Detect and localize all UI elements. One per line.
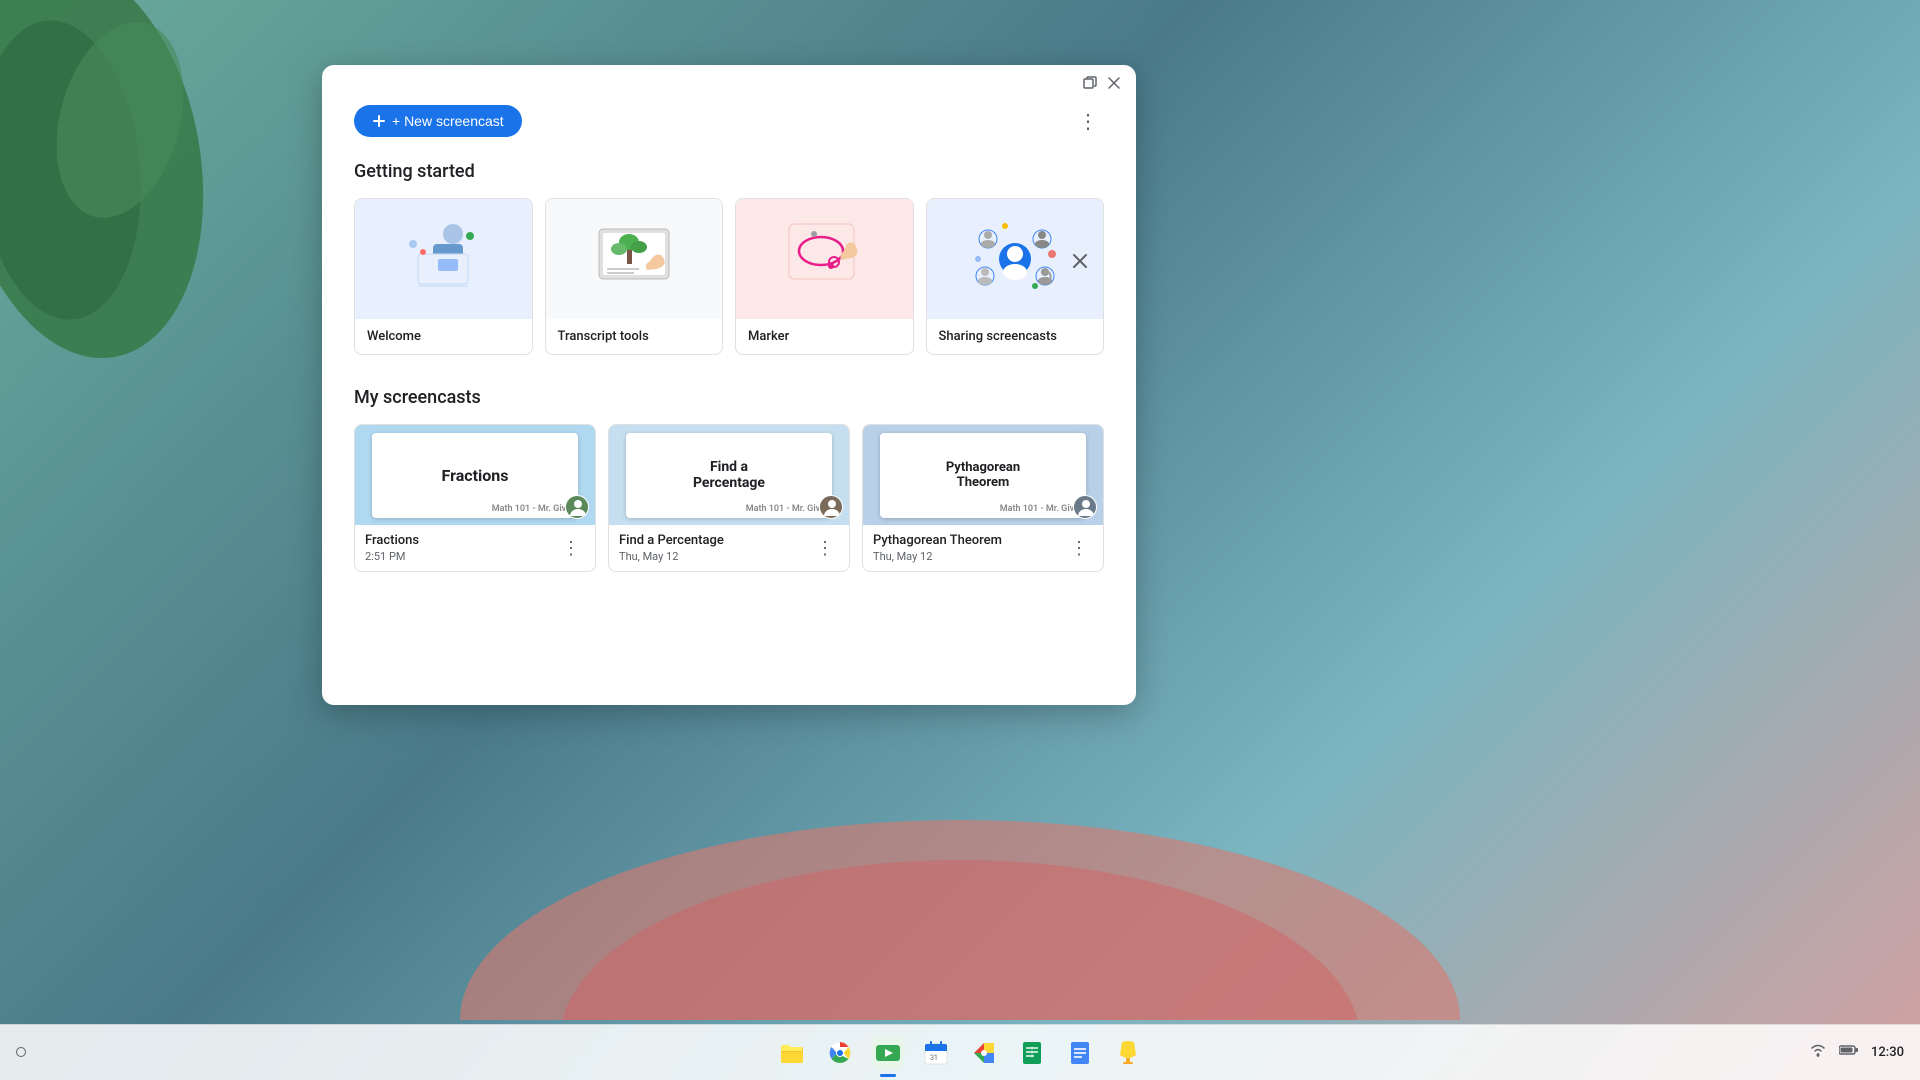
find-percentage-card[interactable]: Find a Percentage Math 101 - Mr. Giver — [608, 424, 850, 572]
marker-card[interactable]: Marker — [735, 198, 914, 355]
fractions-avatar — [565, 495, 589, 519]
pythagorean-footer: Pythagorean Theorem Thu, May 12 ⋮ — [863, 525, 1103, 571]
restore-button[interactable] — [1080, 73, 1100, 93]
taskbar: 31 — [0, 1024, 1920, 1080]
fractions-name: Fractions — [365, 533, 419, 548]
wifi-icon — [1809, 1043, 1827, 1061]
taskbar-keep[interactable] — [1106, 1031, 1150, 1075]
keep-icon — [1112, 1037, 1144, 1069]
pythagorean-name: Pythagorean Theorem — [873, 533, 1002, 548]
fractions-thumbnail: Fractions Math 101 - Mr. Giver — [355, 425, 595, 525]
fractions-thumb-text: Fractions — [442, 466, 509, 485]
active-indicator — [880, 1074, 896, 1077]
taskbar-right: 12:30 — [1809, 1024, 1904, 1080]
photos-icon — [968, 1037, 1000, 1069]
more-icon: ⋮ — [1078, 109, 1098, 134]
find-percentage-thumb-inner: Find a Percentage Math 101 - Mr. Giver — [626, 433, 832, 518]
fractions-more-button[interactable]: ⋮ — [557, 534, 585, 562]
files-icon — [776, 1037, 808, 1069]
svg-text:31: 31 — [930, 1054, 938, 1062]
launcher-icon — [16, 1047, 26, 1057]
taskbar-photos[interactable] — [962, 1031, 1006, 1075]
getting-started-section: Getting started — [354, 161, 1104, 355]
welcome-thumbnail — [355, 199, 532, 319]
dismiss-getting-started-button[interactable] — [1066, 247, 1094, 275]
find-percentage-avatar — [819, 495, 843, 519]
my-screencasts-title: My screencasts — [354, 387, 1104, 408]
find-percentage-date: Thu, May 12 — [619, 550, 724, 563]
docs-icon — [1064, 1037, 1096, 1069]
find-percentage-footer: Find a Percentage Thu, May 12 ⋮ — [609, 525, 849, 571]
time-display: 12:30 — [1871, 1045, 1904, 1060]
find-percentage-thumbnail: Find a Percentage Math 101 - Mr. Giver — [609, 425, 849, 525]
find-percentage-name: Find a Percentage — [619, 533, 724, 548]
taskbar-screencast[interactable] — [866, 1031, 910, 1075]
new-screencast-label: + New screencast — [392, 113, 504, 129]
transcript-tools-card[interactable]: Transcript tools — [545, 198, 724, 355]
fractions-thumb-inner: Fractions Math 101 - Mr. Giver — [372, 433, 578, 518]
fractions-date: 2:51 PM — [365, 550, 419, 563]
pythagorean-thumb-text: Pythagorean — [946, 460, 1020, 475]
chrome-icon — [824, 1037, 856, 1069]
calendar-icon: 31 — [920, 1037, 952, 1069]
transcript-label: Transcript tools — [546, 319, 723, 354]
sheets-icon — [1016, 1037, 1048, 1069]
find-percentage-more-button[interactable]: ⋮ — [811, 534, 839, 562]
taskbar-sheets[interactable] — [1010, 1031, 1054, 1075]
my-screencasts-section: My screencasts Fractions Math 101 - Mr. … — [354, 387, 1104, 572]
screencast-icon — [872, 1037, 904, 1069]
pythagorean-more-button[interactable]: ⋮ — [1065, 534, 1093, 562]
transcript-thumbnail — [546, 199, 723, 319]
taskbar-docs[interactable] — [1058, 1031, 1102, 1075]
pythagorean-avatar — [1073, 495, 1097, 519]
pythagorean-thumb-inner: Pythagorean Theorem Math 101 - Mr. Giver — [880, 433, 1086, 518]
close-button[interactable] — [1104, 73, 1124, 93]
sharing-label: Sharing screencasts — [927, 319, 1104, 354]
window-content: + New screencast ⋮ Getting started — [322, 101, 1136, 697]
fractions-card[interactable]: Fractions Math 101 - Mr. Giver Fractions — [354, 424, 596, 572]
screencasts-grid: Fractions Math 101 - Mr. Giver Fractions — [354, 424, 1104, 572]
top-bar: + New screencast ⋮ — [354, 101, 1104, 137]
getting-started-cards: Welcome — [354, 198, 1104, 355]
main-window: + New screencast ⋮ Getting started — [322, 65, 1136, 705]
pythagorean-date: Thu, May 12 — [873, 550, 1002, 563]
sharing-card[interactable]: Sharing screencasts — [926, 198, 1105, 355]
welcome-card[interactable]: Welcome — [354, 198, 533, 355]
more-options-button[interactable]: ⋮ — [1072, 105, 1104, 137]
marker-thumbnail — [736, 199, 913, 319]
titlebar — [322, 65, 1136, 101]
new-screencast-button[interactable]: + New screencast — [354, 105, 522, 137]
taskbar-chrome[interactable] — [818, 1031, 862, 1075]
marker-label: Marker — [736, 319, 913, 354]
pythagorean-card[interactable]: Pythagorean Theorem Math 101 - Mr. Giver — [862, 424, 1104, 572]
taskbar-left — [16, 1024, 26, 1080]
welcome-label: Welcome — [355, 319, 532, 354]
taskbar-calendar[interactable]: 31 — [914, 1031, 958, 1075]
find-percentage-thumb-text: Find a — [693, 459, 765, 475]
fractions-footer: Fractions 2:51 PM ⋮ — [355, 525, 595, 571]
battery-icon — [1839, 1044, 1859, 1060]
pythagorean-thumbnail: Pythagorean Theorem Math 101 - Mr. Giver — [863, 425, 1103, 525]
getting-started-title: Getting started — [354, 161, 1104, 182]
taskbar-files[interactable] — [770, 1031, 814, 1075]
